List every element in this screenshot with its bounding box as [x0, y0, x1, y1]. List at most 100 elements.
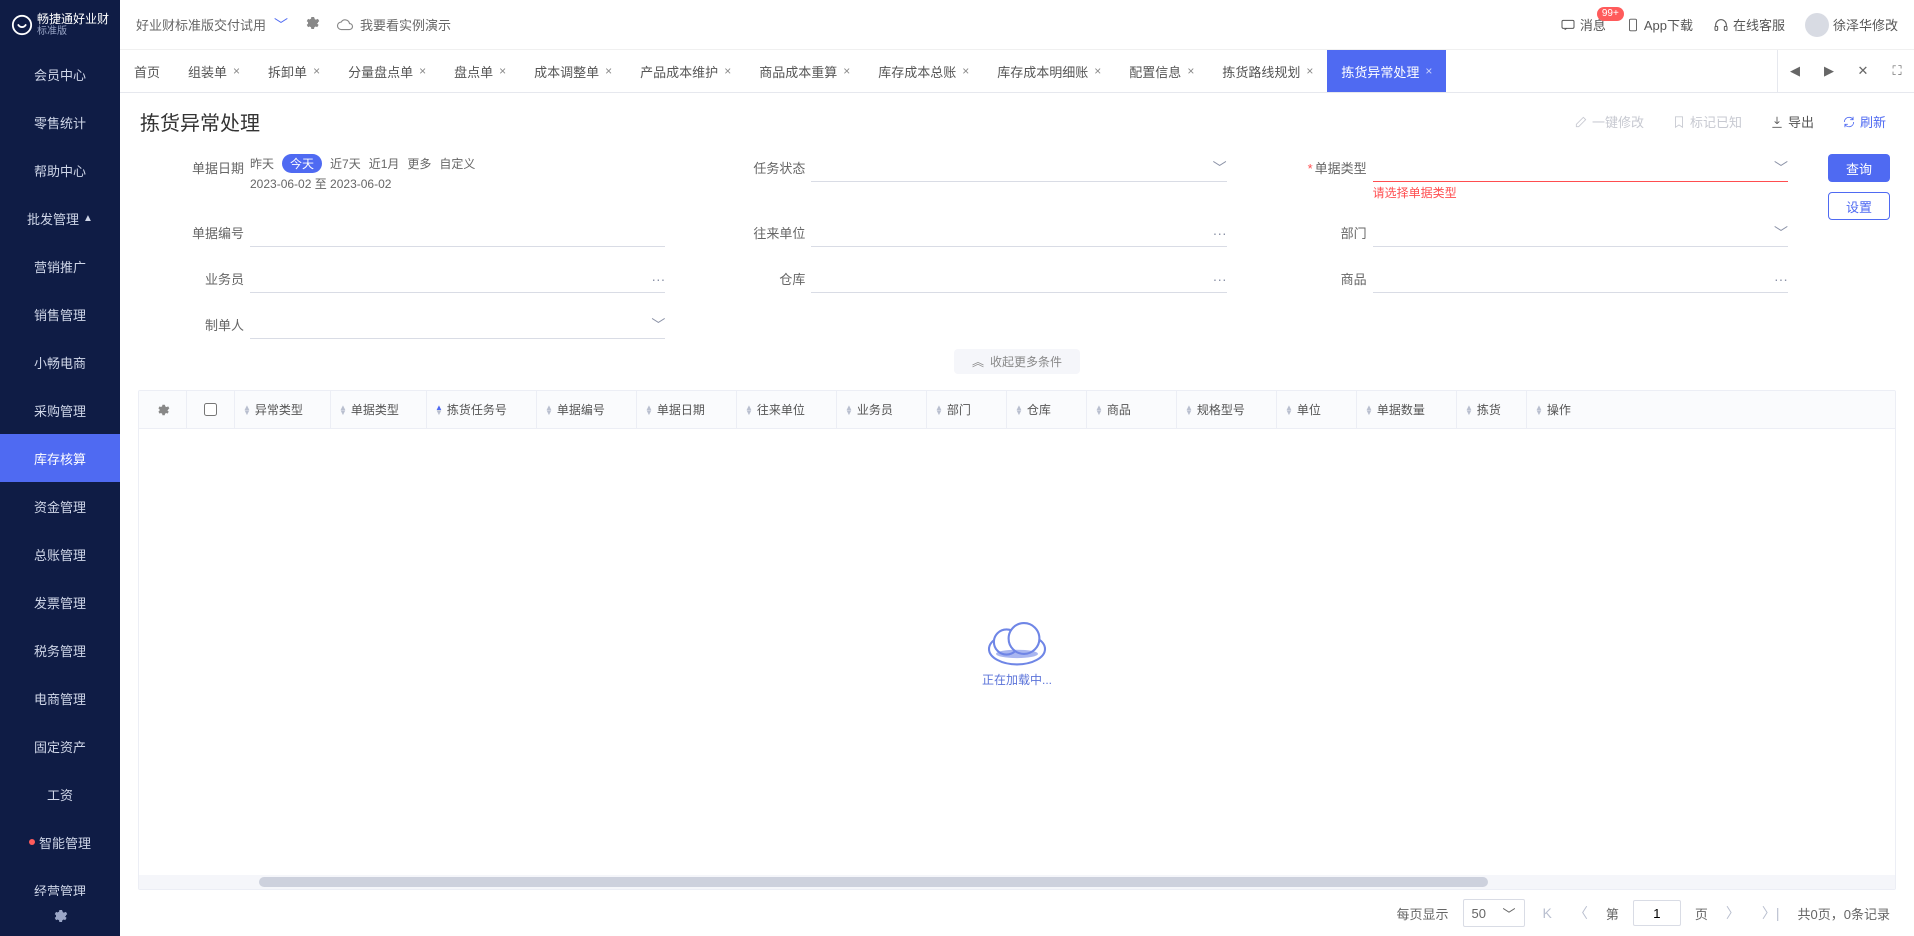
task-status-select[interactable]: ﹀ [811, 154, 1226, 182]
bill-no-input[interactable] [250, 219, 665, 247]
date-option[interactable]: 近7天 [330, 155, 361, 172]
tab[interactable]: 库存成本明细账× [983, 50, 1115, 92]
next-page-button[interactable]: 〉 [1722, 903, 1744, 923]
close-icon[interactable]: × [499, 64, 506, 78]
sidebar-item[interactable]: 帮助中心 [0, 146, 120, 194]
date-option[interactable]: 近1月 [369, 155, 400, 172]
support-button[interactable]: 在线客服 [1713, 15, 1785, 34]
last-page-button[interactable]: 〉| [1758, 903, 1784, 923]
tab[interactable]: 配置信息× [1115, 50, 1208, 92]
sidebar-item[interactable]: 资金管理 [0, 482, 120, 530]
date-option[interactable]: 更多 [407, 155, 431, 172]
close-icon[interactable]: × [1187, 64, 1194, 78]
sidebar-item[interactable]: 发票管理 [0, 578, 120, 626]
tab[interactable]: 库存成本总账× [864, 50, 983, 92]
close-icon[interactable]: × [313, 64, 320, 78]
tab[interactable]: 首页 [120, 50, 174, 92]
partner-input[interactable]: ··· [811, 219, 1226, 247]
sidebar-item[interactable]: 智能管理 [0, 818, 120, 866]
settings-button[interactable] [304, 15, 320, 34]
close-icon[interactable]: × [233, 64, 240, 78]
export-button[interactable]: 导出 [1762, 108, 1822, 135]
tabs-prev-button[interactable]: ◀ [1778, 63, 1812, 79]
date-option[interactable]: 今天 [282, 154, 322, 173]
tab[interactable]: 拣货异常处理× [1327, 50, 1446, 92]
salesman-input[interactable]: ··· [250, 265, 665, 293]
column-header[interactable]: ▲▼单位 [1277, 391, 1357, 428]
column-header[interactable]: ▲▼拣货 [1457, 391, 1527, 428]
app-download-button[interactable]: App下载 [1626, 15, 1693, 34]
close-icon[interactable]: × [724, 64, 731, 78]
close-icon[interactable]: × [1306, 64, 1313, 78]
headset-icon [1713, 17, 1729, 33]
dept-select[interactable]: ﹀ [1373, 219, 1788, 247]
sidebar-settings[interactable] [0, 896, 120, 936]
sidebar-item[interactable]: 库存核算 [0, 434, 120, 482]
select-all-checkbox[interactable] [187, 391, 235, 428]
column-header[interactable]: ▲▼拣货任务号 [427, 391, 537, 428]
tabs-next-button[interactable]: ▶ [1812, 63, 1846, 79]
sidebar-item[interactable]: 销售管理 [0, 290, 120, 338]
messages-button[interactable]: 消息 99+ [1560, 15, 1606, 34]
sidebar-item[interactable]: 零售统计 [0, 98, 120, 146]
tab[interactable]: 分量盘点单× [334, 50, 440, 92]
sidebar-item[interactable]: 固定资产 [0, 722, 120, 770]
date-option[interactable]: 自定义 [439, 155, 475, 172]
tab[interactable]: 产品成本维护× [626, 50, 745, 92]
sidebar-item[interactable]: 经营管理 [0, 866, 120, 896]
sidebar-item[interactable]: 采购管理 [0, 386, 120, 434]
maker-select[interactable]: ﹀ [250, 311, 665, 339]
fullscreen-button[interactable]: ⛶ [1880, 63, 1914, 79]
refresh-button[interactable]: 刷新 [1834, 108, 1894, 135]
close-icon[interactable]: × [1425, 64, 1432, 78]
column-header[interactable]: ▲▼仓库 [1007, 391, 1087, 428]
close-icon[interactable]: × [1094, 64, 1101, 78]
collapse-filters-button[interactable]: ︽ 收起更多条件 [954, 349, 1080, 374]
column-header[interactable]: ▲▼异常类型 [235, 391, 331, 428]
tabs-close-all-button[interactable]: ✕ [1846, 63, 1880, 79]
tab[interactable]: 拣货路线规划× [1208, 50, 1327, 92]
sidebar-item[interactable]: 会员中心 [0, 50, 120, 98]
bill-type-select[interactable]: ﹀ [1373, 154, 1788, 182]
column-header[interactable]: ▲▼单据编号 [537, 391, 637, 428]
column-header[interactable]: ▲▼往来单位 [737, 391, 837, 428]
column-header[interactable]: ▲▼单据数量 [1357, 391, 1457, 428]
close-icon[interactable]: × [605, 64, 612, 78]
per-page-select[interactable]: 50 ﹀ [1463, 899, 1525, 927]
column-header[interactable]: ▲▼商品 [1087, 391, 1177, 428]
user-menu[interactable]: 徐泽华修改 [1805, 13, 1898, 37]
tab[interactable]: 盘点单× [440, 50, 520, 92]
date-option[interactable]: 昨天 [250, 155, 274, 172]
tab[interactable]: 组装单× [174, 50, 254, 92]
sidebar-item[interactable]: 营销推广 [0, 242, 120, 290]
column-header[interactable]: ▲▼部门 [927, 391, 1007, 428]
table-settings-button[interactable] [139, 391, 187, 428]
sidebar-item[interactable]: 工资 [0, 770, 120, 818]
sidebar-item[interactable]: 小畅电商 [0, 338, 120, 386]
close-icon[interactable]: × [843, 64, 850, 78]
tab[interactable]: 拆卸单× [254, 50, 334, 92]
search-button[interactable]: 查询 [1828, 154, 1890, 182]
sidebar-item[interactable]: 总账管理 [0, 530, 120, 578]
goods-input[interactable]: ··· [1373, 265, 1788, 293]
tab[interactable]: 成本调整单× [520, 50, 626, 92]
demo-link[interactable]: 我要看实例演示 [336, 15, 451, 34]
settings-button[interactable]: 设置 [1828, 192, 1890, 220]
column-header[interactable]: ▲▼单据类型 [331, 391, 427, 428]
tab[interactable]: 商品成本重算× [745, 50, 864, 92]
horizontal-scrollbar[interactable] [139, 875, 1895, 889]
first-page-button[interactable]: K [1539, 905, 1556, 921]
sidebar-item[interactable]: 批发管理▲ [0, 194, 120, 242]
product-switcher[interactable]: 好业财标准版交付试用 ﹀ [136, 15, 288, 35]
sidebar-item[interactable]: 电商管理 [0, 674, 120, 722]
column-header[interactable]: ▲▼规格型号 [1177, 391, 1277, 428]
column-header[interactable]: ▲▼操作 [1527, 391, 1607, 428]
column-header[interactable]: ▲▼业务员 [837, 391, 927, 428]
close-icon[interactable]: × [419, 64, 426, 78]
warehouse-input[interactable]: ··· [811, 265, 1226, 293]
close-icon[interactable]: × [962, 64, 969, 78]
page-number-input[interactable] [1633, 900, 1681, 926]
column-header[interactable]: ▲▼单据日期 [637, 391, 737, 428]
prev-page-button[interactable]: 〈 [1570, 903, 1592, 923]
sidebar-item[interactable]: 税务管理 [0, 626, 120, 674]
